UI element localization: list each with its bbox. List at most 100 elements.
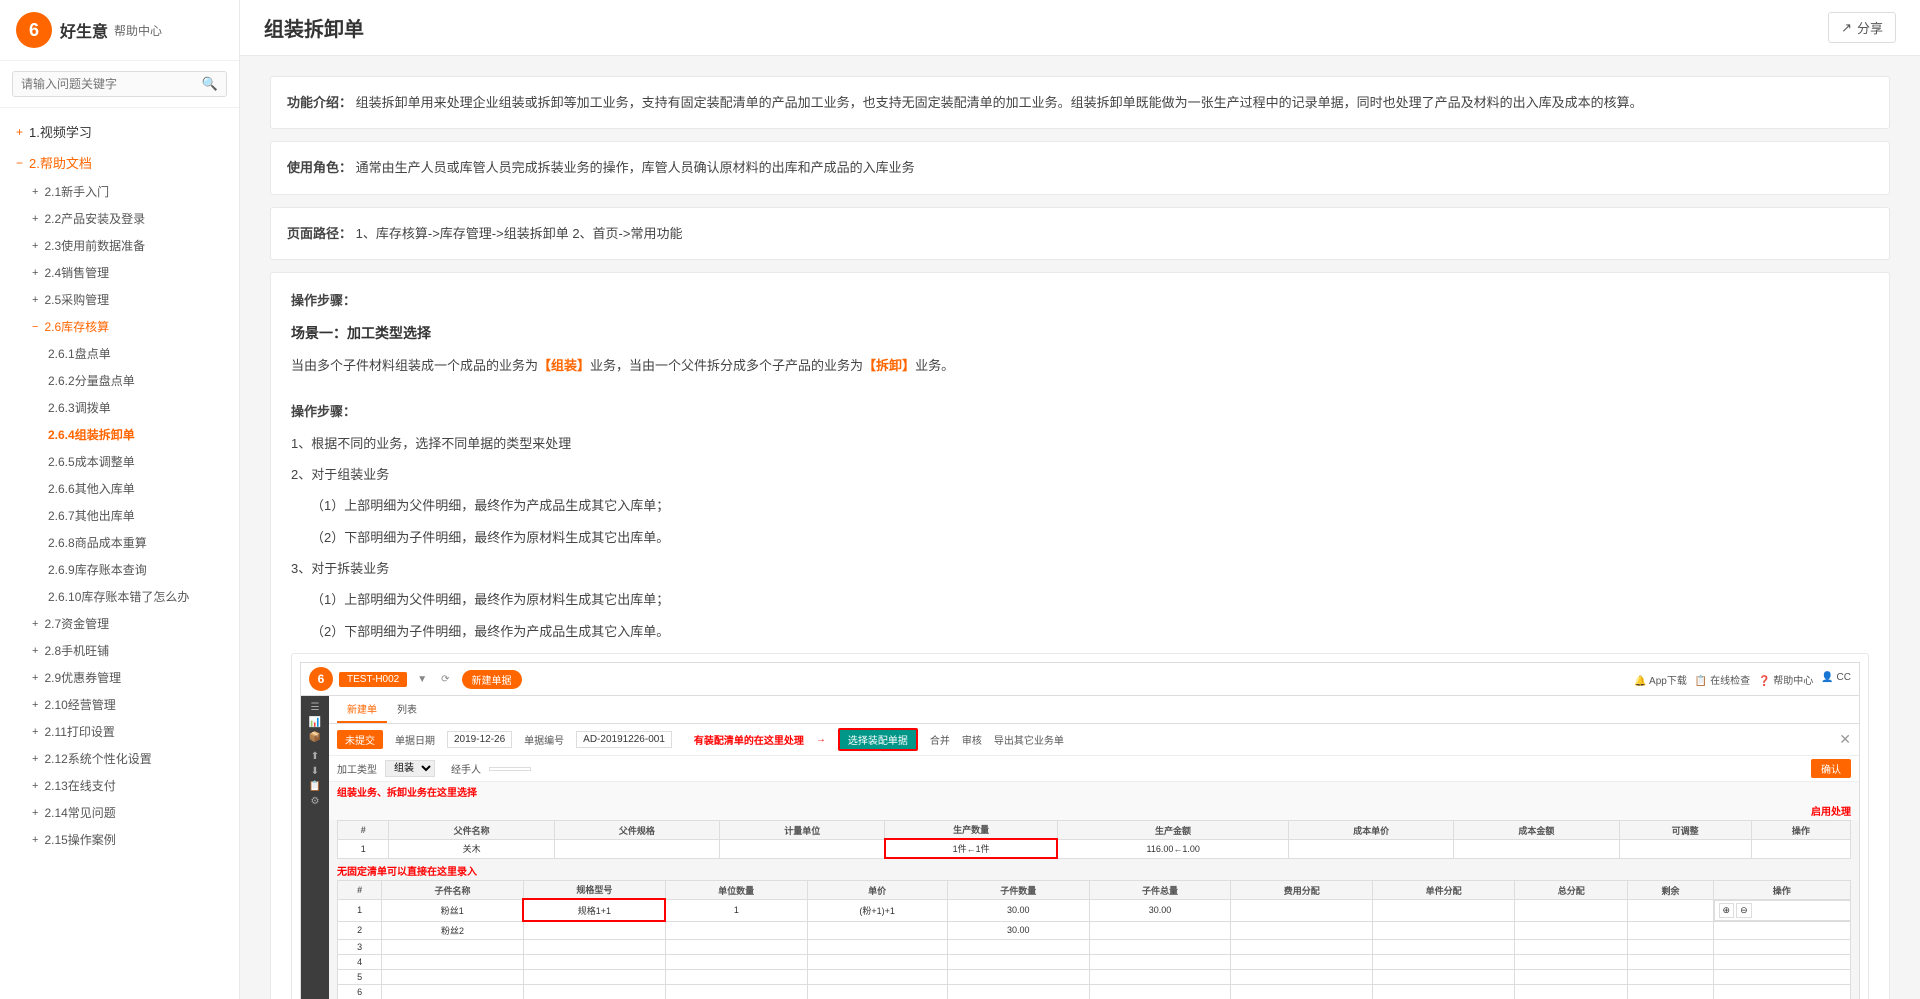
ss-col-unit: 计量单位	[720, 821, 885, 840]
sidebar-item-inventory[interactable]: − 2.6库存核算	[0, 313, 239, 340]
step1: 1、根据不同的业务，选择不同单据的类型来处理	[291, 432, 1869, 455]
ss-bizno-label: 单据编号	[524, 732, 564, 747]
sidebar-item-2-7[interactable]: + 2.7资金管理	[0, 610, 239, 637]
table-row: 1 关木 1件←1件 116.00←1.00	[338, 839, 1851, 858]
ss-lower-col-price: 单价	[807, 881, 947, 900]
sidebar-item-2-15[interactable]: + 2.15操作案例	[0, 826, 239, 853]
ss-logo: 6	[309, 667, 333, 691]
sidebar-item-2-11[interactable]: + 2.11打印设置	[0, 718, 239, 745]
intro-text: 组装拆卸单用来处理企业组装或拆卸等加工业务，支持有固定装配清单的产品加工业务，也…	[356, 95, 1643, 110]
table-row: 1 粉丝1 规格1+1 1 (粉+1)+1 30.00 30.00	[338, 899, 1851, 921]
intro-block: 功能介绍： 组装拆卸单用来处理企业组装或拆卸等加工业务，支持有固定装配清单的产品…	[270, 76, 1890, 129]
step3-2: （2）下部明细为子件明细，最终作为产成品生成其它入库单。	[291, 620, 1869, 643]
share-button[interactable]: ↗ 分享	[1828, 12, 1896, 43]
main-area: 组装拆卸单 ↗ 分享 功能介绍： 组装拆卸单用来处理企业组装或拆卸等加工业务，支…	[240, 0, 1920, 999]
ss-left-sidebar: ☰ 📊 📦 ⬆ ⬇ 📋 ⚙	[301, 696, 329, 999]
ss-lower-col-child-name: 子件名称	[382, 881, 524, 900]
ss-lower-col-child-qty: 子件数量	[947, 881, 1089, 900]
intro-label: 功能介绍：	[287, 95, 352, 110]
path-label: 页面路径：	[287, 226, 352, 241]
ss-tab-new[interactable]: 新建单	[337, 696, 387, 723]
sidebar-item-2-6-5[interactable]: 2.6.5成本调整单	[0, 448, 239, 475]
page-header: 组装拆卸单 ↗ 分享	[240, 0, 1920, 56]
sidebar-item-2-6-8[interactable]: 2.6.8商品成本重算	[0, 529, 239, 556]
ss-staff-label: 经手人	[451, 761, 481, 776]
path-block: 页面路径： 1、库存核算->库存管理->组装拆卸单 2、首页->常用功能	[270, 207, 1890, 260]
ss-lower-col-unit-qty: 单位数量	[665, 881, 807, 900]
ss-subheader: 加工类型 组装 拆卸 经手人 确认	[329, 756, 1859, 782]
ss-tabs: 新建单 列表	[329, 696, 1859, 724]
logo-subtitle: 帮助中心	[114, 22, 162, 39]
logo-icon: 6	[16, 12, 52, 48]
ss-confirm-label: 合并	[930, 732, 950, 747]
sidebar-item-2-8[interactable]: + 2.8手机旺铺	[0, 637, 239, 664]
annotation-arrow-1: →	[816, 734, 826, 745]
sidebar-item-video[interactable]: + 1.视频学习	[0, 116, 239, 147]
ss-export-label: 导出其它业务单	[994, 732, 1064, 747]
logo-area: 6 好生意 帮助中心	[0, 0, 239, 61]
sidebar-item-2-6-4[interactable]: 2.6.4组装拆卸单	[0, 421, 239, 448]
ss-col-adjustable: 可调整	[1619, 821, 1751, 840]
ss-staff-field[interactable]	[489, 767, 531, 771]
ss-lower-col-cost-alloc: 费用分配	[1231, 881, 1373, 900]
ss-tab-list[interactable]: 列表	[387, 696, 427, 723]
table-row: 3	[338, 939, 1851, 954]
sidebar-item-purchase[interactable]: + 2.5采购管理	[0, 286, 239, 313]
sidebar-item-2-6-10[interactable]: 2.6.10库存账本错了怎么办	[0, 583, 239, 610]
ss-bizno-value: AD-20191226-001	[576, 731, 672, 748]
step2-2: （2）下部明细为子件明细，最终作为原材料生成其它出库单。	[291, 526, 1869, 549]
screenshot-wrapper: 6 TEST-H002 ▼ ⟳ 新建单据 🔔 App下载 📋 在线检查 ❓ 帮助…	[291, 653, 1869, 999]
sidebar-item-newbie[interactable]: + 2.1新手入门	[0, 178, 239, 205]
ss-confirm-btn[interactable]: 确认	[1811, 759, 1851, 778]
sidebar-item-2-12[interactable]: + 2.12系统个性化设置	[0, 745, 239, 772]
content-area: 功能介绍： 组装拆卸单用来处理企业组装或拆卸等加工业务，支持有固定装配清单的产品…	[240, 56, 1920, 999]
sidebar-item-2-6-3[interactable]: 2.6.3调拨单	[0, 394, 239, 421]
sidebar-item-data-prep[interactable]: + 2.3使用前数据准备	[0, 232, 239, 259]
ss-lower-col-total-alloc: 总分配	[1515, 881, 1628, 900]
ops-sub-title: 操作步骤：	[291, 400, 1869, 423]
ss-type-label: 加工类型	[337, 761, 377, 776]
search-input[interactable]	[21, 77, 202, 91]
ss-upper-table-wrapper: # 父件名称 父件规格 计量单位 生产数量 生产金额 成本单价 成本金额	[329, 820, 1859, 863]
step2-1: （1）上部明细为父件明细，最终作为产成品生成其它入库单；	[291, 494, 1869, 517]
ss-annotation-row-2: 启用处理	[329, 801, 1859, 820]
table-row: 2 粉丝2 30.00	[338, 921, 1851, 939]
ss-annotation-row: 组装业务、拆卸业务在这里选择	[329, 782, 1859, 801]
ss-lower-col-action: 操作	[1713, 881, 1850, 900]
ss-date-label: 单据日期	[395, 732, 435, 747]
ss-col-prod-amount: 生产金额	[1057, 821, 1288, 840]
sidebar-item-docs[interactable]: − 2.帮助文档	[0, 147, 239, 178]
nav-label: 2.帮助文档	[29, 153, 92, 172]
ss-type-select[interactable]: 组装 拆卸	[385, 760, 435, 777]
sidebar-item-2-6-6[interactable]: 2.6.6其他入库单	[0, 475, 239, 502]
search-box[interactable]: 🔍	[12, 71, 227, 97]
ss-lower-col-total-qty: 子件总量	[1089, 881, 1231, 900]
annotation-label-1: 有装配清单的在这里处理	[694, 732, 804, 747]
search-icon[interactable]: 🔍	[202, 76, 218, 92]
sidebar-item-2-6-9[interactable]: 2.6.9库存账本查询	[0, 556, 239, 583]
step3: 3、对于拆装业务	[291, 557, 1869, 580]
ss-col-parent-name: 父件名称	[389, 821, 554, 840]
sidebar-item-2-6-2[interactable]: 2.6.2分量盘点单	[0, 367, 239, 394]
sidebar-item-2-6-1[interactable]: 2.6.1盘点单	[0, 340, 239, 367]
sidebar-item-sales[interactable]: + 2.4销售管理	[0, 259, 239, 286]
ss-company: TEST-H002	[339, 672, 407, 687]
logo-text-group: 好生意 帮助中心	[60, 18, 162, 42]
ss-col-prod-qty: 生产数量	[885, 821, 1058, 840]
ss-close-icon[interactable]: ✕	[1839, 731, 1851, 748]
sidebar-item-2-14[interactable]: + 2.14常见问题	[0, 799, 239, 826]
sidebar-item-2-13[interactable]: + 2.13在线支付	[0, 772, 239, 799]
annotation-label-3: 启用处理	[1811, 807, 1851, 818]
ops-title: 操作步骤：	[291, 293, 356, 308]
nav-label: 1.视频学习	[29, 122, 92, 141]
sidebar-item-2-6-7[interactable]: 2.6.7其他出库单	[0, 502, 239, 529]
ss-date-value: 2019-12-26	[447, 731, 512, 748]
ss-lower-col-remain: 剩余	[1628, 881, 1713, 900]
sidebar-item-install[interactable]: + 2.2产品安装及登录	[0, 205, 239, 232]
ss-lower-table: # 子件名称 规格型号 单位数量 单价 子件数量 子件总量 费用分配	[337, 880, 1851, 999]
ss-process-btn[interactable]: 选择装配单据	[840, 730, 916, 749]
ss-new-doc-btn[interactable]: 新建单据	[462, 670, 522, 689]
sidebar-item-2-9[interactable]: + 2.9优惠券管理	[0, 664, 239, 691]
step2: 2、对于组装业务	[291, 463, 1869, 486]
sidebar-item-2-10[interactable]: + 2.10经营管理	[0, 691, 239, 718]
